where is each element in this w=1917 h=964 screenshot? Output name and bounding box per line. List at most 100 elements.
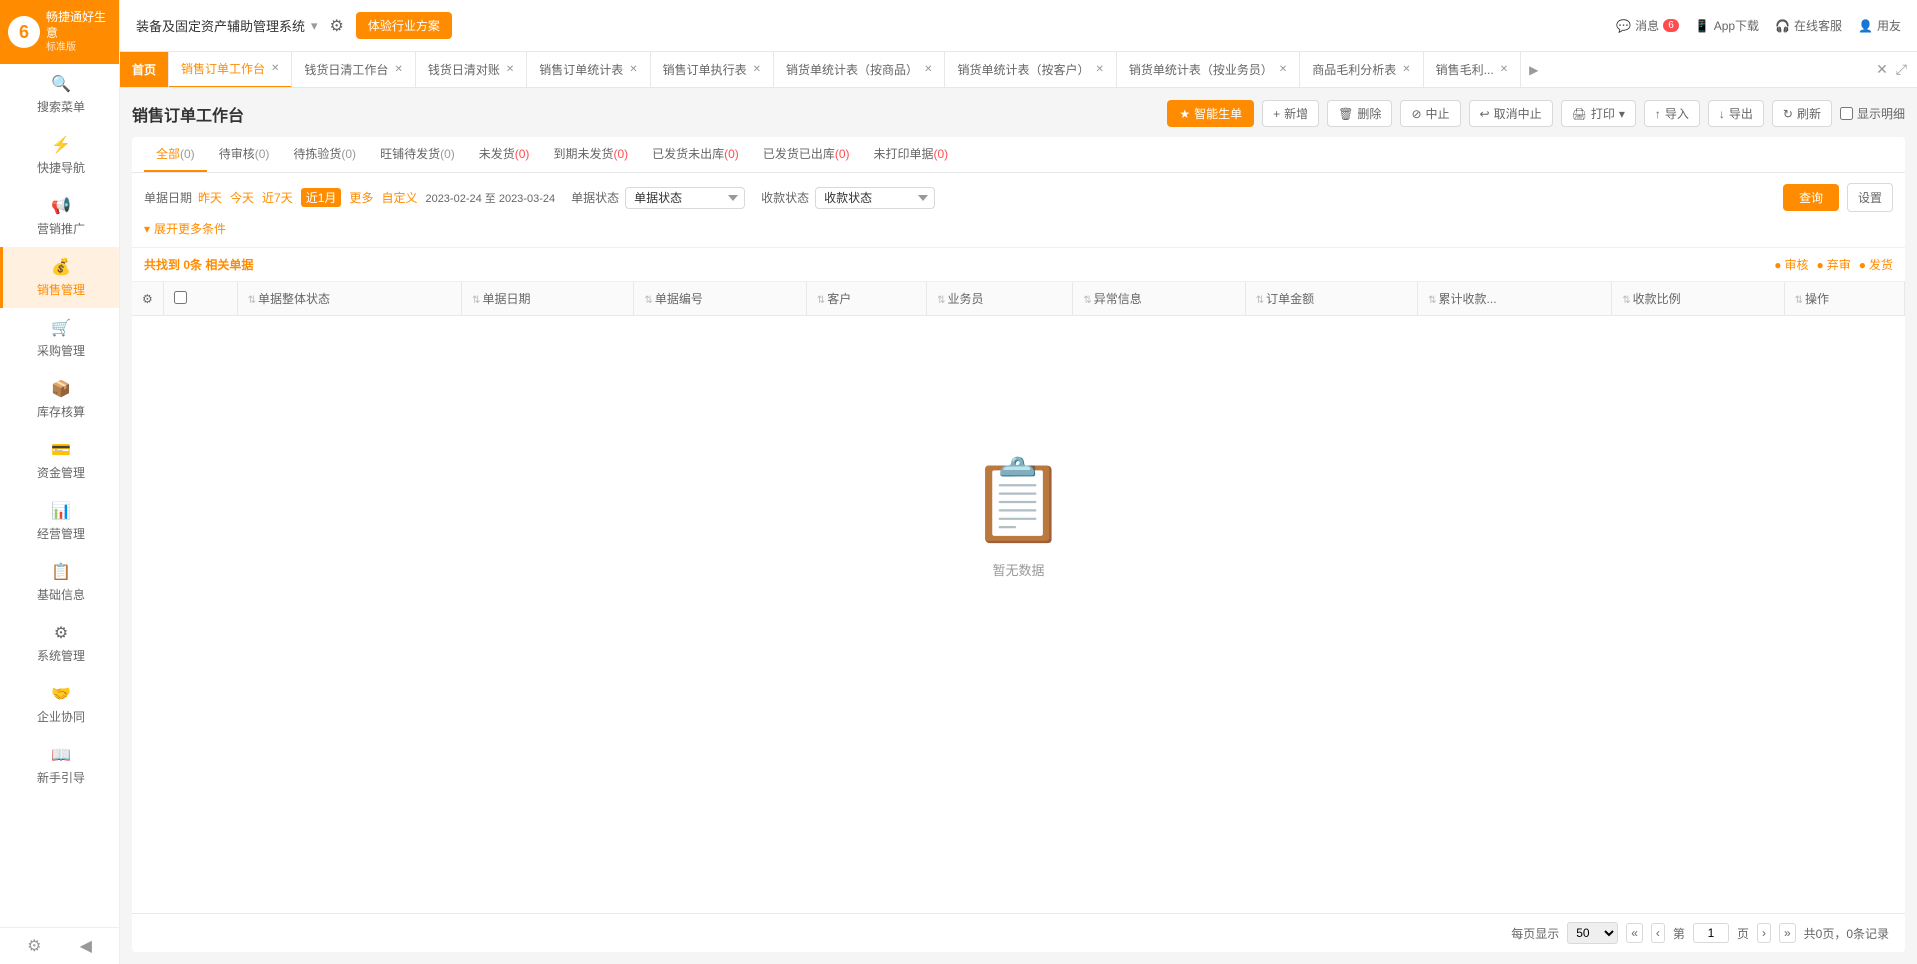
- collapse-sidebar-icon[interactable]: ◀: [80, 936, 92, 956]
- tab-close-icon[interactable]: ✕: [271, 63, 279, 74]
- sort-asc-icon[interactable]: ⇅: [1083, 295, 1091, 306]
- sub-tab-已发货已出库[interactable]: 已发货已出库(0): [751, 137, 862, 172]
- cancel-review-toolbar-btn[interactable]: ● 弃审: [1816, 256, 1850, 273]
- tab-close-icon[interactable]: ✕: [753, 64, 761, 75]
- sidebar-item-operation[interactable]: 📊经营管理: [0, 491, 119, 552]
- sidebar-item-corp[interactable]: 🤝企业协同: [0, 674, 119, 735]
- tab-close-icon[interactable]: ✕: [394, 64, 402, 75]
- sub-tab-到期未发货[interactable]: 到期未发货(0): [541, 137, 640, 172]
- per-page-select[interactable]: 102050100: [1567, 922, 1618, 944]
- status-select[interactable]: 单据状态: [625, 187, 745, 209]
- delete-btn[interactable]: 🗑 删除: [1327, 100, 1392, 127]
- sub-tab-旺铺待发货[interactable]: 旺铺待发货(0): [368, 137, 467, 172]
- refresh-btn[interactable]: ↻ 刷新: [1772, 100, 1832, 127]
- date-btn-近1月[interactable]: 近1月: [301, 188, 342, 207]
- date-btn-近7天[interactable]: 近7天: [262, 189, 293, 206]
- sort-asc-icon[interactable]: ⇅: [937, 295, 945, 306]
- tab-钱货日清对账[interactable]: 钱货日清对账✕: [416, 52, 527, 88]
- review-toolbar-btn[interactable]: ● 审核: [1774, 256, 1808, 273]
- sidebar-item-marketing[interactable]: 📢营销推广: [0, 186, 119, 247]
- sidebar-item-system[interactable]: ⚙系统管理: [0, 613, 119, 674]
- topbar-settings-icon[interactable]: ⚙: [330, 16, 344, 36]
- sort-asc-icon[interactable]: ⇅: [1256, 295, 1264, 306]
- settings-footer-icon[interactable]: ⚙: [27, 936, 41, 956]
- cancel-stop-btn[interactable]: ↩ 取消中止: [1469, 100, 1553, 127]
- tab-销货单统计表（按客户[interactable]: 销货单统计表（按客户）✕: [945, 52, 1116, 88]
- date-btn-更多[interactable]: 更多: [349, 189, 373, 206]
- tab-close-icon[interactable]: ✕: [1279, 64, 1287, 75]
- sidebar-item-search[interactable]: 🔍搜索菜单: [0, 64, 119, 125]
- sort-asc-icon[interactable]: ⇅: [248, 295, 256, 306]
- app-download-item[interactable]: 📱 App下载: [1695, 17, 1759, 34]
- online-service-item[interactable]: 🎧 在线客服: [1775, 17, 1842, 34]
- sidebar-item-quick[interactable]: ⚡快捷导航: [0, 125, 119, 186]
- tab-close-icon[interactable]: ✕: [1402, 64, 1410, 75]
- tab-销货单统计表（按商品[interactable]: 销货单统计表（按商品）✕: [774, 52, 945, 88]
- date-btn-今天[interactable]: 今天: [230, 189, 254, 206]
- select-all-checkbox[interactable]: [174, 291, 187, 304]
- tab-销售订单工作台[interactable]: 销售订单工作台✕: [169, 52, 292, 88]
- sub-tab-未打印单据[interactable]: 未打印单据(0): [862, 137, 961, 172]
- sidebar-item-purchase[interactable]: 🛒采购管理: [0, 308, 119, 369]
- page-input[interactable]: [1693, 923, 1729, 943]
- stop-btn[interactable]: ⊘ 中止: [1400, 100, 1460, 127]
- sub-tab-未发货[interactable]: 未发货(0): [467, 137, 542, 172]
- tab-首页[interactable]: 首页: [120, 52, 169, 88]
- tab-close-icon[interactable]: ✕: [1095, 64, 1103, 75]
- ship-toolbar-btn[interactable]: ● 发货: [1859, 256, 1893, 273]
- sort-asc-icon[interactable]: ⇅: [1428, 295, 1436, 306]
- import-btn[interactable]: ↑ 导入: [1644, 100, 1700, 127]
- sub-tab-待拣验货[interactable]: 待拣验货(0): [281, 137, 368, 172]
- sub-tab-已发货未出库[interactable]: 已发货未出库(0): [640, 137, 751, 172]
- sort-asc-icon[interactable]: ⇅: [644, 295, 652, 306]
- cancel-stop-icon: ↩: [1480, 107, 1490, 121]
- experience-btn[interactable]: 体验行业方案: [356, 12, 452, 39]
- tab-scroll-right[interactable]: ▶: [1521, 63, 1546, 77]
- add-btn[interactable]: + 新增: [1262, 100, 1319, 127]
- show-detail-checkbox[interactable]: 显示明细: [1840, 105, 1905, 122]
- show-detail-input[interactable]: [1840, 107, 1853, 120]
- tab-销售毛利...[interactable]: 销售毛利...✕: [1424, 52, 1521, 88]
- tab-销货单统计表（按业务[interactable]: 销货单统计表（按业务员）✕: [1117, 52, 1300, 88]
- sidebar-item-inventory[interactable]: 📦库存核算: [0, 369, 119, 430]
- expand-filter-btn[interactable]: ▾ 展开更多条件: [144, 220, 1893, 237]
- tab-销售订单统计表[interactable]: 销售订单统计表✕: [527, 52, 650, 88]
- filter-settings-btn[interactable]: 设置: [1847, 183, 1893, 212]
- topbar-dropdown-arrow[interactable]: ▾: [311, 18, 318, 34]
- tab-maximize-icon[interactable]: ⤢: [1894, 59, 1909, 80]
- prev-page-btn[interactable]: ‹: [1651, 923, 1665, 943]
- date-btn-自定义[interactable]: 自定义: [381, 189, 417, 206]
- sidebar-item-guide[interactable]: 📖新手引导: [0, 735, 119, 796]
- date-btn-昨天[interactable]: 昨天: [198, 189, 222, 206]
- last-page-btn[interactable]: »: [1779, 923, 1796, 943]
- tab-close-icon[interactable]: ✕: [924, 64, 932, 75]
- query-btn[interactable]: 查询: [1783, 184, 1839, 211]
- sub-tab-全部[interactable]: 全部(0): [144, 137, 207, 172]
- tab-销售订单执行表[interactable]: 销售订单执行表✕: [651, 52, 774, 88]
- first-page-btn[interactable]: «: [1626, 923, 1643, 943]
- tab-close-icon[interactable]: ✕: [1500, 64, 1508, 75]
- sort-asc-icon[interactable]: ⇅: [1622, 295, 1630, 306]
- next-page-btn[interactable]: ›: [1757, 923, 1771, 943]
- export-btn[interactable]: ↓ 导出: [1708, 100, 1764, 127]
- tab-close-icon[interactable]: ✕: [506, 64, 514, 75]
- table-scroll[interactable]: ⚙ ⇅单据整体状态⇅单据日期⇅单据编号⇅客户⇅业务员⇅异常信息⇅订单金额⇅累计收…: [132, 282, 1905, 913]
- settings-col-icon[interactable]: ⚙: [142, 292, 153, 306]
- sidebar-item-finance[interactable]: 💳资金管理: [0, 430, 119, 491]
- tab-钱货日清工作台[interactable]: 钱货日清工作台✕: [292, 52, 415, 88]
- print-btn[interactable]: 🖨 打印 ▾: [1561, 100, 1636, 127]
- sub-tab-待审核[interactable]: 待审核(0): [207, 137, 282, 172]
- user-item[interactable]: 👤 用友: [1858, 17, 1901, 34]
- payment-select[interactable]: 收款状态: [815, 187, 935, 209]
- sort-asc-icon[interactable]: ⇅: [817, 295, 825, 306]
- nav-icon-inventory: 📦: [51, 379, 71, 399]
- tab-商品毛利分析表[interactable]: 商品毛利分析表✕: [1300, 52, 1423, 88]
- message-item[interactable]: 💬 消息 6: [1616, 17, 1679, 34]
- sort-asc-icon[interactable]: ⇅: [472, 295, 480, 306]
- sidebar-item-sales[interactable]: 💰销售管理: [0, 247, 119, 308]
- tab-close-icon[interactable]: ✕: [629, 64, 637, 75]
- sidebar-item-basic[interactable]: 📋基础信息: [0, 552, 119, 613]
- smart-order-btn[interactable]: ★ 智能生单: [1167, 100, 1254, 127]
- tab-close-all-icon[interactable]: ✕: [1874, 59, 1890, 80]
- sort-asc-icon[interactable]: ⇅: [1795, 295, 1803, 306]
